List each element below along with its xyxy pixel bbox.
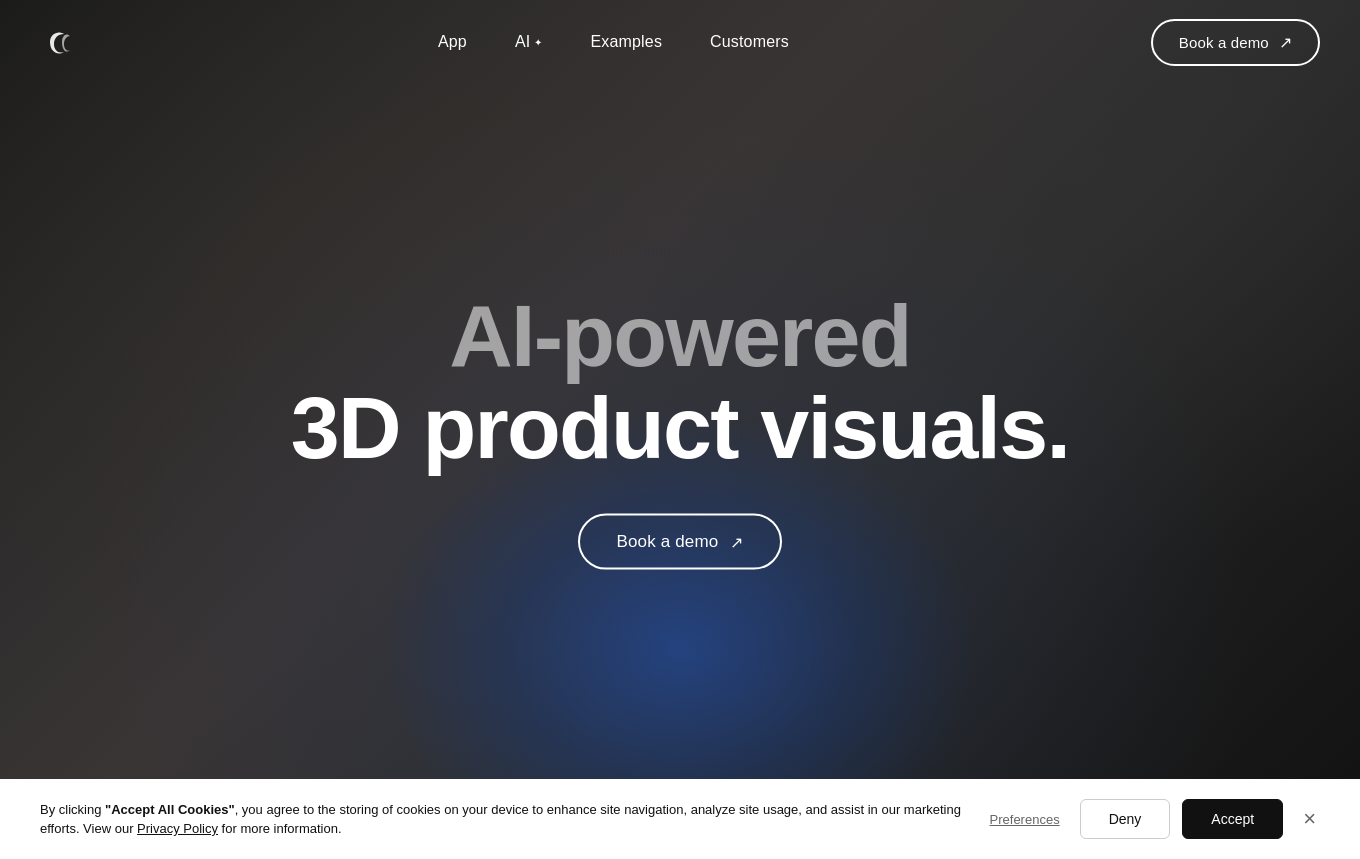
hero-content: AI-powered 3D product visuals. Book a de… bbox=[230, 289, 1130, 570]
cookie-text-end: for more information. bbox=[218, 821, 342, 836]
hero-title-bold: 3D product visuals. bbox=[230, 382, 1130, 474]
logo-icon bbox=[40, 24, 76, 60]
hero-book-demo-label: Book a demo bbox=[616, 532, 718, 552]
hero-title-light: AI-powered bbox=[230, 289, 1130, 381]
logo[interactable] bbox=[40, 24, 76, 60]
ai-badge: ✦ bbox=[534, 37, 542, 48]
nav-links: App AI✦ Examples Customers bbox=[438, 33, 789, 51]
cookie-text-before: By clicking bbox=[40, 802, 105, 817]
cookie-privacy-link[interactable]: Privacy Policy bbox=[137, 821, 218, 836]
hero-book-demo-button[interactable]: Book a demo ↗ bbox=[578, 514, 781, 570]
nav-link-app[interactable]: App bbox=[438, 33, 467, 51]
cookie-preferences-button[interactable]: Preferences bbox=[982, 812, 1068, 827]
nav-link-examples[interactable]: Examples bbox=[591, 33, 663, 51]
cookie-close-button[interactable]: × bbox=[1299, 808, 1320, 830]
cookie-actions: Preferences Deny Accept × bbox=[982, 799, 1320, 839]
cookie-banner: By clicking "Accept All Cookies", you ag… bbox=[0, 779, 1360, 859]
hero-book-demo-arrow-icon: ↗ bbox=[730, 532, 743, 551]
navbar: App AI✦ Examples Customers Book a demo ↗ bbox=[0, 0, 1360, 84]
cookie-deny-button[interactable]: Deny bbox=[1080, 799, 1171, 839]
cookie-highlighted: "Accept All Cookies" bbox=[105, 802, 235, 817]
cookie-accept-button[interactable]: Accept bbox=[1182, 799, 1283, 839]
nav-link-customers[interactable]: Customers bbox=[710, 33, 789, 51]
nav-book-demo-label: Book a demo bbox=[1179, 34, 1269, 51]
nav-link-ai[interactable]: AI✦ bbox=[515, 33, 543, 51]
nav-book-demo-arrow-icon: ↗ bbox=[1279, 33, 1292, 52]
cookie-text: By clicking "Accept All Cookies", you ag… bbox=[40, 800, 962, 839]
nav-book-demo-button[interactable]: Book a demo ↗ bbox=[1151, 19, 1320, 66]
